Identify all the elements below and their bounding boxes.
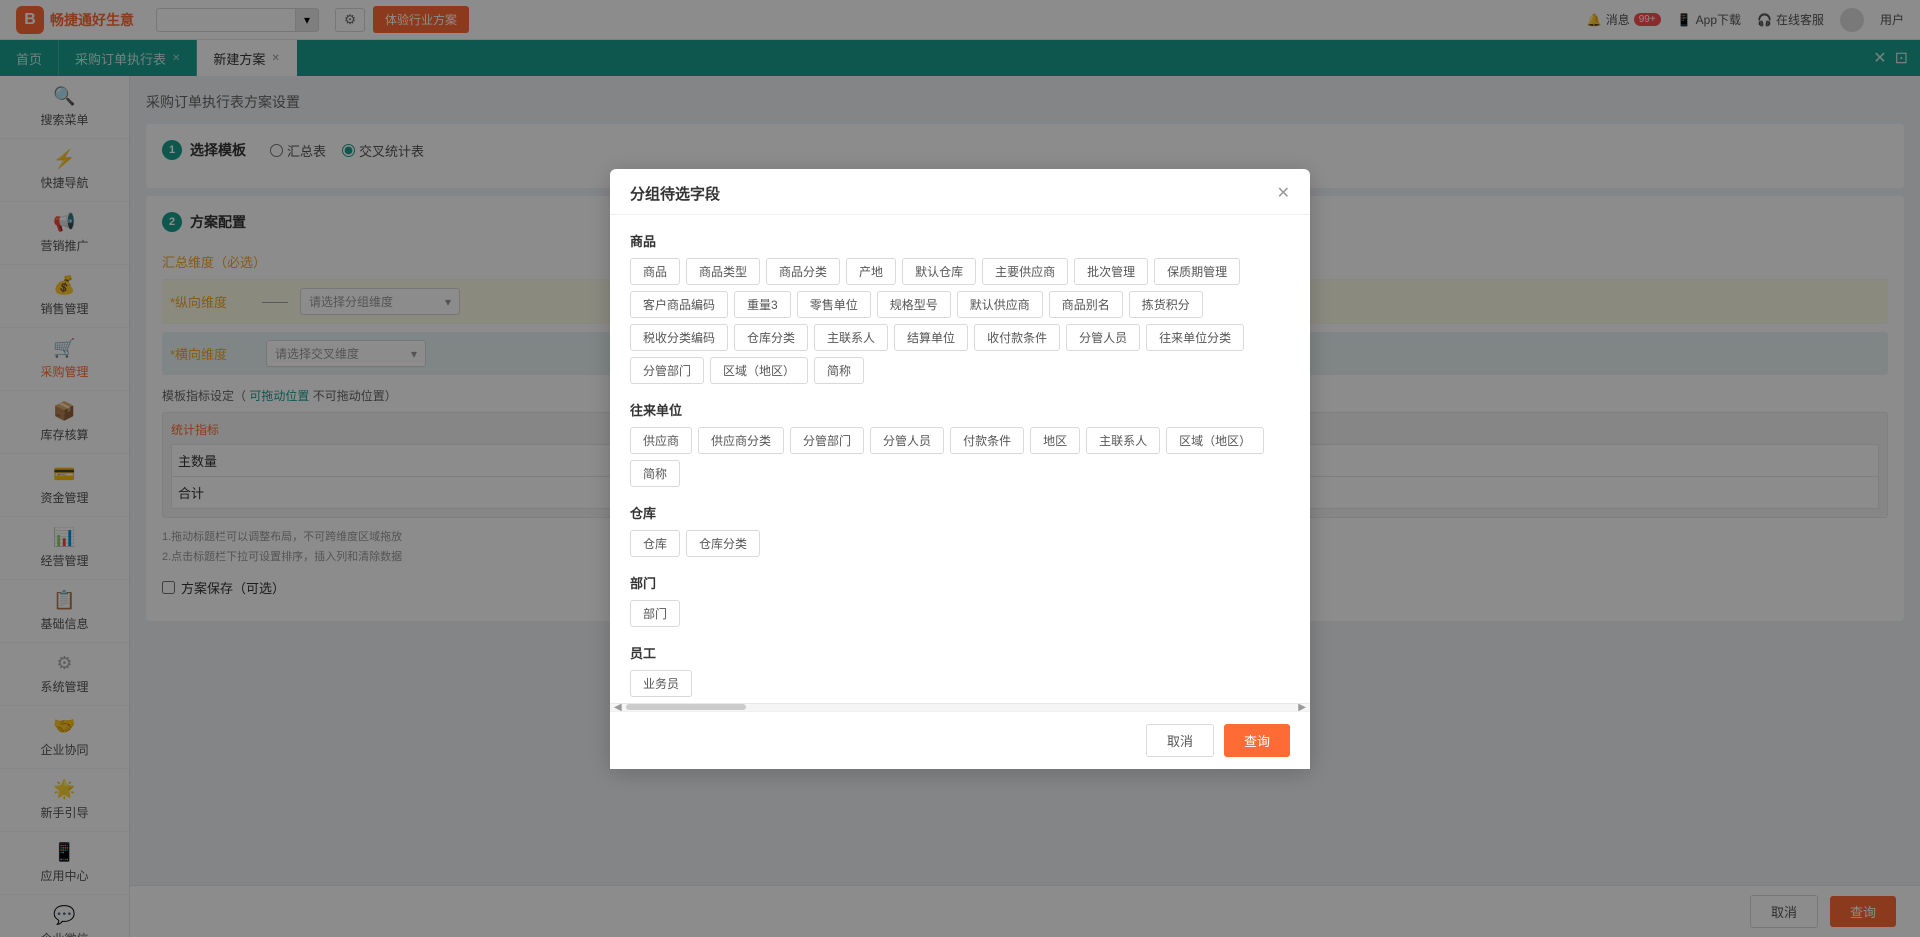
field-chip-goods-22[interactable]: 分管部门 [630,357,704,384]
field-chip-goods-6[interactable]: 批次管理 [1074,258,1148,285]
field-chip-goods-21[interactable]: 往来单位分类 [1146,324,1244,351]
modal-dialog: 分组待选字段 ✕ 商品 商品 商品类型 商品分类 产地 默认仓库 主要供应商 批… [610,169,1310,769]
field-chip-partner-7[interactable]: 区域（地区） [1166,427,1264,454]
field-chip-goods-24[interactable]: 简称 [814,357,864,384]
modal-confirm-button[interactable]: 查询 [1224,724,1290,757]
field-section-goods-title: 商品 [630,231,1290,250]
field-section-dept: 部门 部门 [630,573,1290,627]
field-chip-goods-1[interactable]: 商品类型 [686,258,760,285]
field-chip-partner-4[interactable]: 付款条件 [950,427,1024,454]
field-chip-goods-15[interactable]: 税收分类编码 [630,324,728,351]
modal-body: 商品 商品 商品类型 商品分类 产地 默认仓库 主要供应商 批次管理 保质期管理… [610,215,1310,703]
field-chip-goods-13[interactable]: 商品别名 [1049,291,1123,318]
field-chip-warehouse-0[interactable]: 仓库 [630,530,680,557]
field-section-staff-title: 员工 [630,643,1290,662]
modal-overlay[interactable]: 分组待选字段 ✕ 商品 商品 商品类型 商品分类 产地 默认仓库 主要供应商 批… [0,0,1920,937]
field-chip-goods-17[interactable]: 主联系人 [814,324,888,351]
field-chip-warehouse-1[interactable]: 仓库分类 [686,530,760,557]
field-chips-warehouse: 仓库 仓库分类 [630,530,1290,557]
modal-footer: 取消 查询 [610,711,1310,769]
field-section-partner-title: 往来单位 [630,400,1290,419]
field-chips-partner: 供应商 供应商分类 分管部门 分管人员 付款条件 地区 主联系人 区域（地区） … [630,427,1290,487]
field-chips-staff: 业务员 [630,670,1290,697]
field-section-staff: 员工 业务员 [630,643,1290,697]
field-chip-partner-3[interactable]: 分管人员 [870,427,944,454]
field-chip-goods-9[interactable]: 重量3 [734,291,791,318]
field-chip-goods-0[interactable]: 商品 [630,258,680,285]
field-chip-goods-16[interactable]: 仓库分类 [734,324,808,351]
field-chips-dept: 部门 [630,600,1290,627]
field-chip-partner-6[interactable]: 主联系人 [1086,427,1160,454]
modal-header: 分组待选字段 ✕ [610,169,1310,215]
field-chip-partner-8[interactable]: 简称 [630,460,680,487]
field-chip-goods-14[interactable]: 拣货积分 [1129,291,1203,318]
modal-cancel-button[interactable]: 取消 [1146,724,1214,757]
field-chip-goods-12[interactable]: 默认供应商 [957,291,1043,318]
field-section-dept-title: 部门 [630,573,1290,592]
field-section-goods: 商品 商品 商品类型 商品分类 产地 默认仓库 主要供应商 批次管理 保质期管理… [630,231,1290,384]
field-chip-goods-4[interactable]: 默认仓库 [902,258,976,285]
field-chip-staff-0[interactable]: 业务员 [630,670,692,697]
field-chip-goods-2[interactable]: 商品分类 [766,258,840,285]
field-chips-goods: 商品 商品类型 商品分类 产地 默认仓库 主要供应商 批次管理 保质期管理 客户… [630,258,1290,384]
field-section-warehouse-title: 仓库 [630,503,1290,522]
field-chip-goods-3[interactable]: 产地 [846,258,896,285]
modal-close-button[interactable]: ✕ [1277,183,1290,203]
field-chip-goods-20[interactable]: 分管人员 [1066,324,1140,351]
field-chip-goods-23[interactable]: 区域（地区） [710,357,808,384]
field-chip-partner-1[interactable]: 供应商分类 [698,427,784,454]
modal-hscroll: ◀ ▶ [610,703,1310,711]
field-chip-partner-0[interactable]: 供应商 [630,427,692,454]
modal-title: 分组待选字段 [630,183,720,204]
field-section-partner: 往来单位 供应商 供应商分类 分管部门 分管人员 付款条件 地区 主联系人 区域… [630,400,1290,487]
hscroll-track[interactable] [622,704,1299,710]
field-chip-goods-8[interactable]: 客户商品编码 [630,291,728,318]
field-chip-partner-2[interactable]: 分管部门 [790,427,864,454]
field-chip-goods-5[interactable]: 主要供应商 [982,258,1068,285]
field-section-warehouse: 仓库 仓库 仓库分类 [630,503,1290,557]
field-chip-goods-7[interactable]: 保质期管理 [1154,258,1240,285]
field-chip-partner-5[interactable]: 地区 [1030,427,1080,454]
field-chip-goods-18[interactable]: 结算单位 [894,324,968,351]
field-chip-goods-19[interactable]: 收付款条件 [974,324,1060,351]
field-chip-goods-11[interactable]: 规格型号 [877,291,951,318]
hscroll-bar[interactable] [626,704,746,710]
field-chip-goods-10[interactable]: 零售单位 [797,291,871,318]
field-chip-dept-0[interactable]: 部门 [630,600,680,627]
